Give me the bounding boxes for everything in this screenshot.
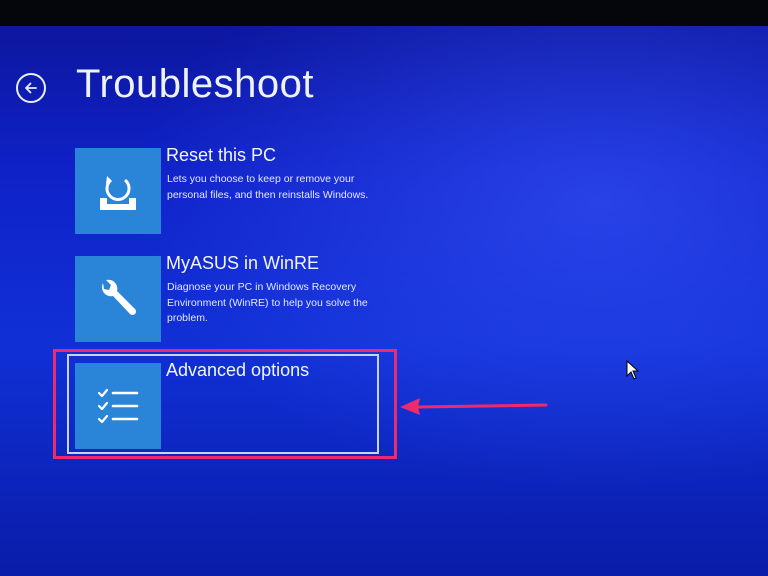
option-advanced-options[interactable]: Advanced options	[75, 360, 395, 449]
option-title: Reset this PC	[166, 145, 277, 165]
option-tile	[75, 148, 161, 234]
option-tile	[75, 363, 161, 449]
back-button[interactable]	[16, 73, 46, 103]
left-arrow-annotation-icon	[400, 398, 548, 415]
option-description: Lets you choose to keep or remove your p…	[167, 173, 369, 201]
recovery-screen: Troubleshoot Reset this PC Lets you choo…	[0, 0, 768, 576]
back-arrow-icon	[25, 82, 37, 94]
option-myasus-in-winre[interactable]: MyASUS in WinRE Diagnose your PC in Wind…	[75, 253, 395, 342]
mouse-pointer-icon	[626, 360, 640, 380]
checklist-icon	[97, 388, 139, 424]
page-title: Troubleshoot	[76, 62, 314, 106]
option-title: Advanced options	[166, 360, 310, 380]
option-title: MyASUS in WinRE	[166, 253, 320, 273]
reset-pc-icon	[100, 176, 136, 210]
option-tile	[75, 256, 161, 342]
option-description: Diagnose your PC in Windows Recovery Env…	[167, 281, 368, 324]
option-reset-this-pc[interactable]: Reset this PC Lets you choose to keep or…	[75, 145, 395, 234]
monitor-bezel	[0, 0, 768, 26]
wrench-icon	[101, 279, 137, 316]
